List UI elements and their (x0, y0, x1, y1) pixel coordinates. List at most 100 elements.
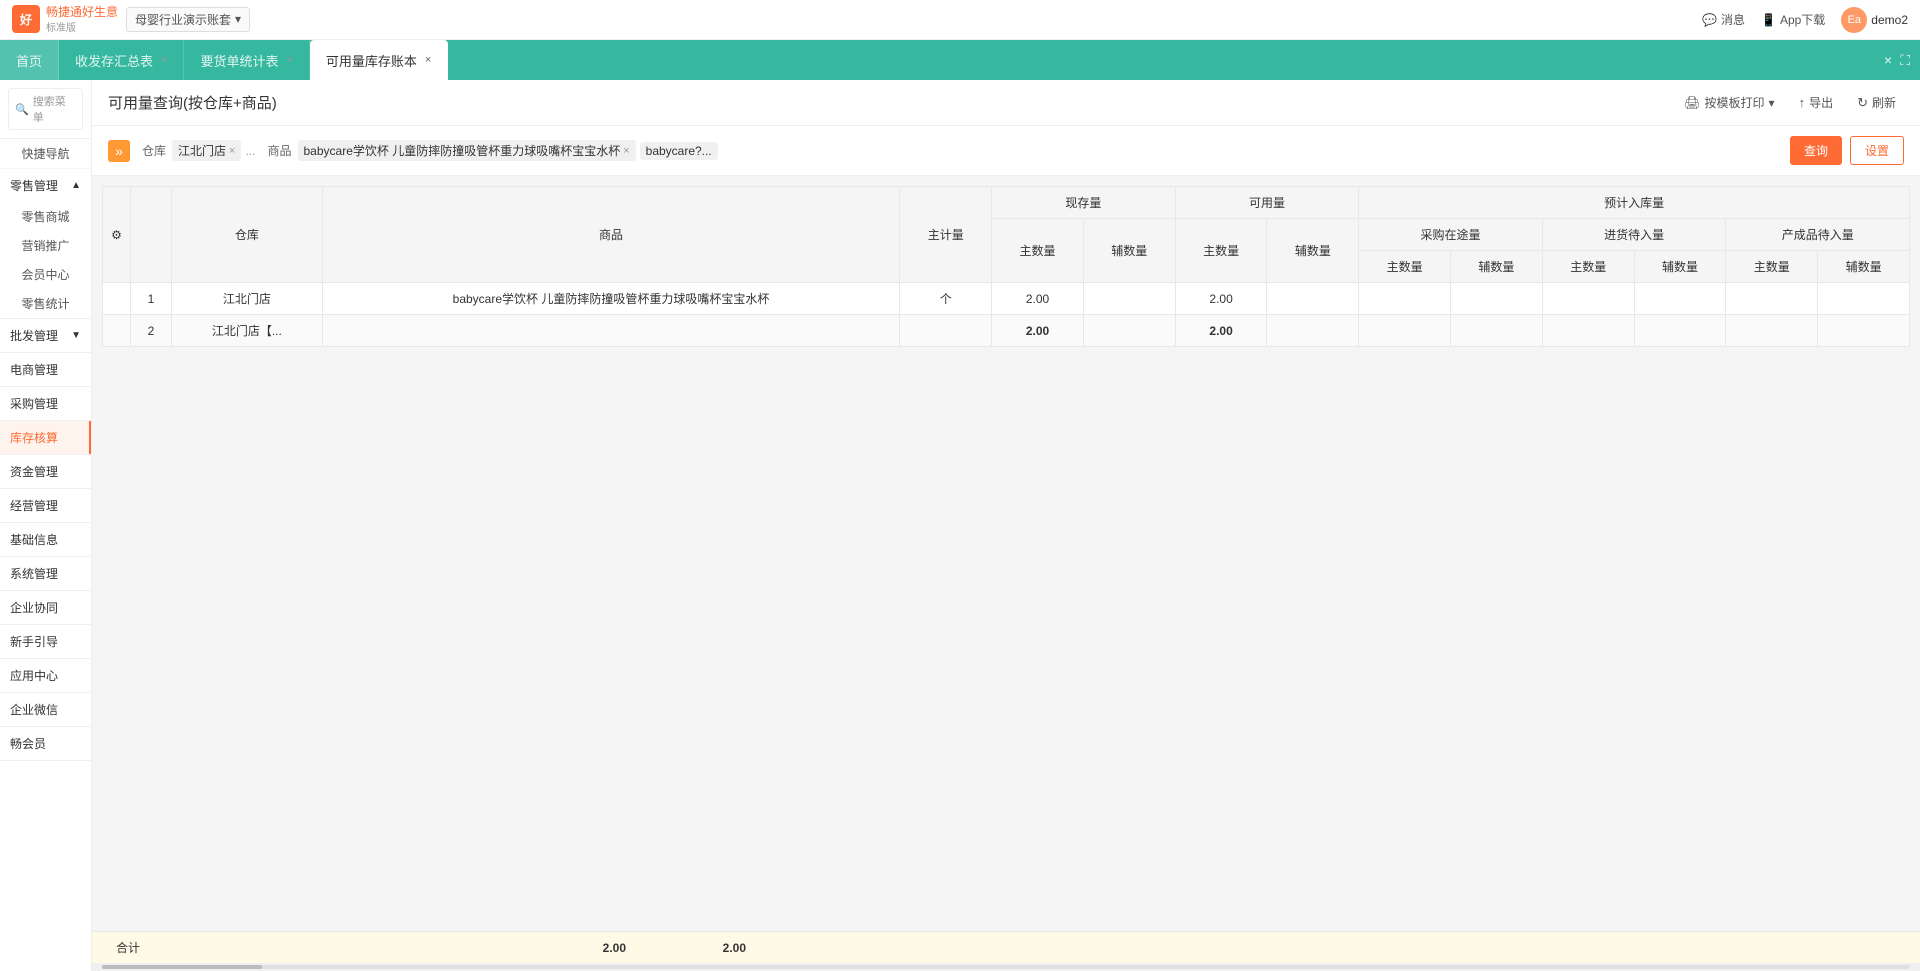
home-label: 首页 (16, 51, 42, 70)
sidebar-section-wholesale-title[interactable]: 批发管理 ▼ (0, 319, 91, 352)
tab-requisition-close[interactable]: × (286, 54, 292, 66)
query-btn[interactable]: 查询 (1790, 136, 1842, 165)
product-tag-0[interactable]: babycare学饮杯 儿童防摔防撞吸管杯重力球吸嘴杯宝宝水杯 × (298, 140, 636, 161)
close-all-tabs-btn[interactable]: × (1884, 52, 1892, 68)
industry-selector[interactable]: 母婴行业演示账套 ▾ (126, 7, 250, 32)
new-guide-label: 新手引导 (10, 633, 58, 650)
sidebar-section-wholesale: 批发管理 ▼ (0, 319, 91, 353)
col-purchase-group: 采购在途量 (1359, 219, 1543, 251)
sidebar-section-retail-title[interactable]: 零售管理 ▲ (0, 169, 91, 202)
sidebar-item-member[interactable]: 会员中心 (0, 260, 91, 289)
filter-bar: » 仓库 江北门店 × ... 商品 babycare学饮杯 儿童防摔防撞吸管杯… (92, 126, 1920, 176)
tab-requisition-label: 要货单统计表 (200, 51, 278, 70)
col-no (131, 187, 172, 283)
page-header: 可用量查询(按仓库+商品) 🖨 按模板打印 ▾ ↑ 导出 ↻ 刷新 (92, 80, 1920, 126)
tab-home[interactable]: 首页 (0, 40, 59, 80)
warehouse-tag-close[interactable]: × (229, 145, 235, 157)
row1-stock-aux (1083, 283, 1175, 315)
sidebar-section-vip-title[interactable]: 畅会员 (0, 727, 91, 760)
sidebar-quick-nav[interactable]: 快捷导航 (0, 139, 91, 169)
tab-receive-close[interactable]: × (161, 54, 167, 66)
sidebar-section-basic-title[interactable]: 基础信息 (0, 523, 91, 556)
tab-available[interactable]: 可用量库存账本 × (310, 40, 448, 80)
export-btn[interactable]: ↑ 导出 (1791, 90, 1842, 115)
logo-text-block: 畅捷通好生意 标准版 (46, 5, 118, 34)
sidebar-section-purchase-title[interactable]: 采购管理 (0, 387, 91, 420)
table-scroll-bar[interactable] (92, 963, 1920, 971)
export-label: 导出 (1809, 94, 1833, 111)
sidebar-section-system-title[interactable]: 系统管理 (0, 557, 91, 590)
row2-incoming-aux (1634, 315, 1726, 347)
product-tag-1[interactable]: babycare?... (640, 142, 718, 160)
print-template-label: 按模板打印 (1705, 94, 1765, 111)
table-container: ⚙ 仓库 商品 主计量 现存量 可用量 预计入库量 主数量 辅数量 主数量 (92, 176, 1920, 931)
fullscreen-btn[interactable]: ⛶ (1900, 52, 1910, 69)
warehouse-filter-more[interactable]: ... (245, 144, 255, 158)
sidebar-section-inventory-title[interactable]: 库存核算 (0, 421, 91, 454)
sidebar-section-operation: 经营管理 (0, 489, 91, 523)
print-template-btn[interactable]: 🖨 按模板打印 ▾ (1676, 90, 1783, 115)
sidebar-section-appcenter-title[interactable]: 应用中心 (0, 659, 91, 692)
ecommerce-mgmt-label: 电商管理 (10, 361, 58, 378)
sidebar-section-finance: 资金管理 (0, 455, 91, 489)
warehouse-filter-label: 仓库 (142, 142, 166, 159)
sidebar-section-ecommerce-title[interactable]: 电商管理 (0, 353, 91, 386)
sidebar-section-guide-title[interactable]: 新手引导 (0, 625, 91, 658)
product-tag-0-close[interactable]: × (623, 145, 629, 157)
footer-label: 合计 (116, 939, 236, 956)
sidebar-section-collab-title[interactable]: 企业协同 (0, 591, 91, 624)
sidebar-item-retail-mall[interactable]: 零售商城 (0, 202, 91, 231)
wholesale-mgmt-label: 批发管理 (10, 327, 58, 344)
sidebar-section-basic: 基础信息 (0, 523, 91, 557)
tab-requisition[interactable]: 要货单统计表 × (184, 40, 309, 80)
app-download-btn[interactable]: 📱 App下载 (1761, 11, 1825, 28)
settings-btn[interactable]: 设置 (1850, 136, 1904, 165)
product-filter-label: 商品 (267, 142, 291, 159)
sidebar-search-btn[interactable]: 🔍 搜索菜单 (8, 88, 83, 130)
export-icon: ↑ (1799, 95, 1806, 110)
sidebar-section-operation-title[interactable]: 经营管理 (0, 489, 91, 522)
product-tag-1-label: babycare?... (646, 144, 712, 158)
col-stock-aux: 辅数量 (1083, 219, 1175, 283)
row2-avail-main: 2.00 (1175, 315, 1267, 347)
refresh-btn[interactable]: ↻ 刷新 (1849, 90, 1904, 115)
col-warehouse: 仓库 (172, 187, 323, 283)
top-bar-right: 💬 消息 📱 App下载 Ea demo2 (1702, 7, 1908, 33)
nav-tabs: 首页 收发存汇总表 × 要货单统计表 × 可用量库存账本 × × ⛶ (0, 40, 1920, 80)
enterprise-collab-label: 企业协同 (10, 599, 58, 616)
user-area[interactable]: Ea demo2 (1841, 7, 1908, 33)
sidebar-item-retail-stats[interactable]: 零售统计 (0, 289, 91, 318)
sidebar-section-ecommerce: 电商管理 (0, 353, 91, 387)
sidebar-section-finance-title[interactable]: 资金管理 (0, 455, 91, 488)
filter-expand-btn[interactable]: » (108, 140, 130, 162)
row2-purchase-main (1359, 315, 1451, 347)
tab-available-close[interactable]: × (425, 54, 431, 66)
top-bar-left: 好 畅捷通好生意 标准版 母婴行业演示账套 ▾ (12, 5, 250, 34)
row2-stock-main: 2.00 (992, 315, 1084, 347)
warehouse-tag-0[interactable]: 江北门店 × (172, 140, 241, 161)
row1-purchase-main (1359, 283, 1451, 315)
row2-warehouse: 江北门店【... (172, 315, 323, 347)
tab-receive[interactable]: 收发存汇总表 × (59, 40, 184, 80)
messages-btn[interactable]: 💬 消息 (1702, 11, 1745, 28)
scroll-thumb[interactable] (102, 965, 262, 969)
sidebar-section-appcenter: 应用中心 (0, 659, 91, 693)
sidebar-item-marketing[interactable]: 营销推广 (0, 231, 91, 260)
top-bar: 好 畅捷通好生意 标准版 母婴行业演示账套 ▾ 💬 消息 📱 App下载 Ea … (0, 0, 1920, 40)
row1-product-main (1726, 283, 1818, 315)
col-settings[interactable]: ⚙ (103, 187, 131, 283)
sidebar-section-inventory: 库存核算 (0, 421, 91, 455)
quick-nav-label: 快捷导航 (21, 147, 69, 161)
scroll-track (102, 965, 1910, 969)
row1-product-aux (1818, 283, 1910, 315)
tab-receive-label: 收发存汇总表 (75, 51, 153, 70)
col-avail-main: 主数量 (1175, 219, 1267, 283)
sidebar-section-vip: 畅会员 (0, 727, 91, 761)
sidebar-section-system: 系统管理 (0, 557, 91, 591)
logo-sub: 标准版 (46, 19, 118, 34)
sidebar: 🔍 搜索菜单 快捷导航 零售管理 ▲ 零售商城 营销推广 会员中心 零售统计 批… (0, 80, 92, 971)
nav-spacer (448, 40, 1874, 80)
col-available-group: 可用量 (1175, 187, 1359, 219)
sidebar-section-wechat-title[interactable]: 企业微信 (0, 693, 91, 726)
warehouse-tag-label: 江北门店 (178, 142, 226, 159)
